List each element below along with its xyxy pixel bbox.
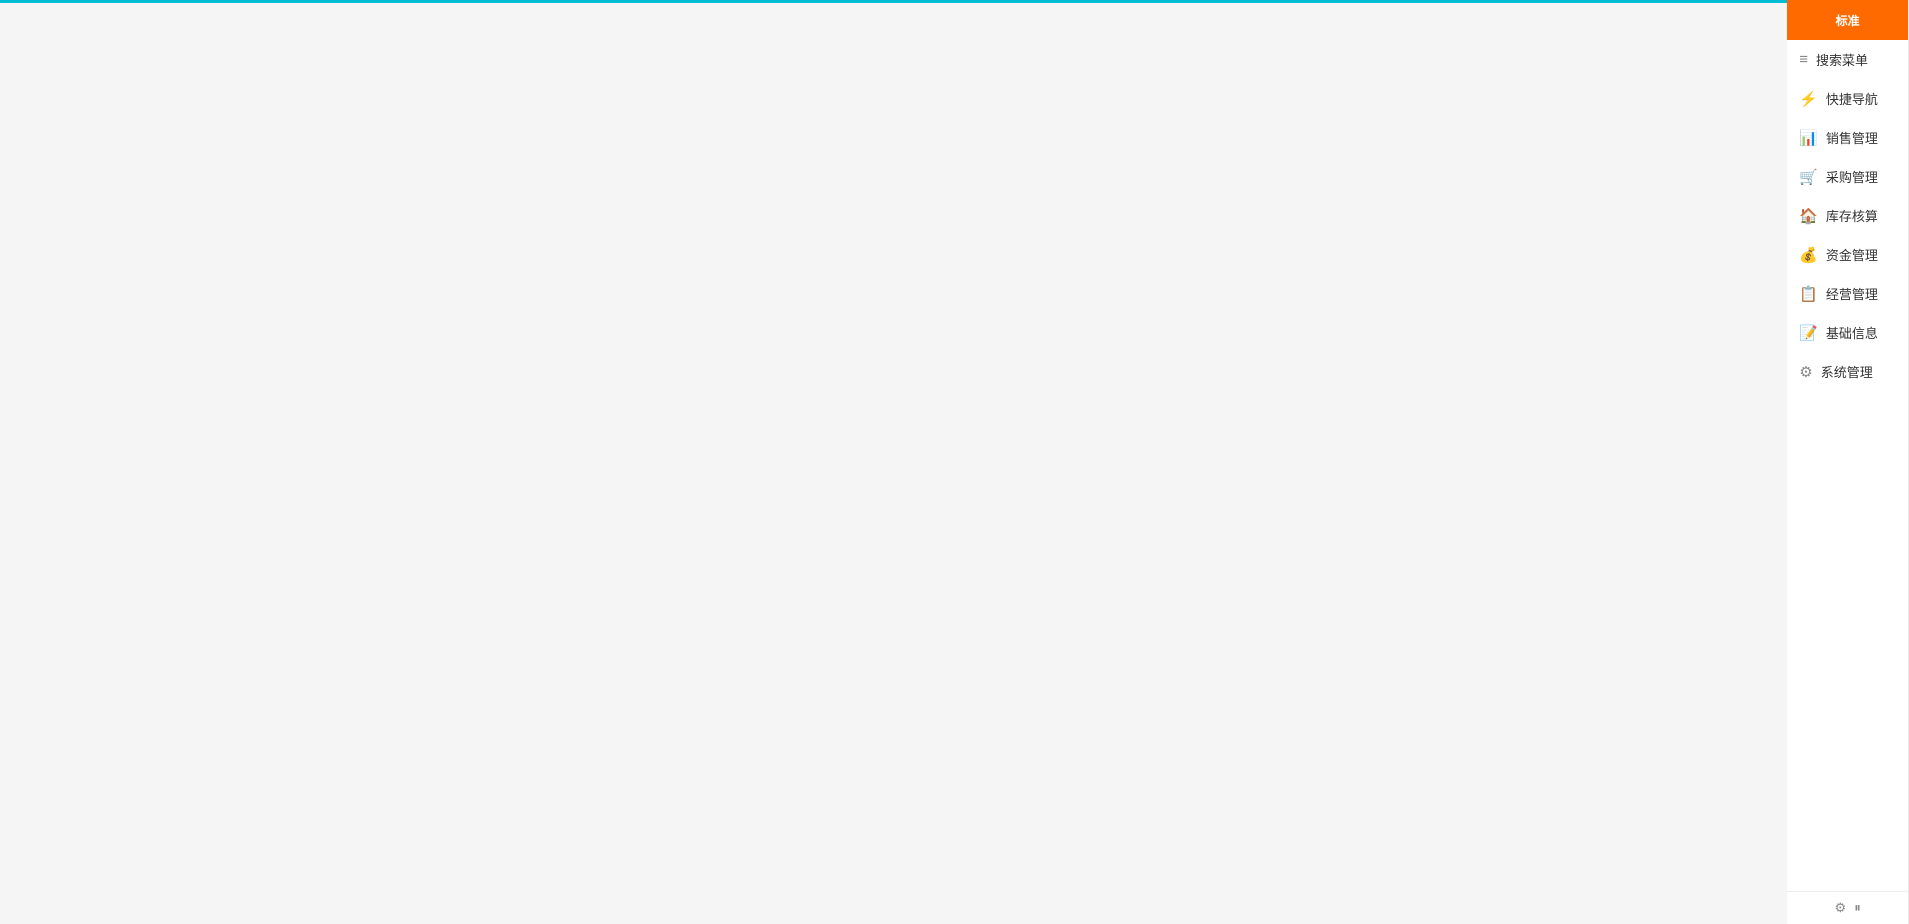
ops-icon: 📋: [1799, 285, 1818, 303]
sidebar-item-sales-mgmt[interactable]: 📊 销售管理: [1787, 118, 1908, 157]
purchase-mgmt-icon: 🛒: [1799, 168, 1818, 186]
sidebar-item-label: 搜索菜单: [1816, 50, 1868, 69]
sidebar-item-ops-mgmt[interactable]: 📋 经营管理: [1787, 274, 1908, 313]
sidebar-item-label: 采购管理: [1826, 167, 1878, 186]
sidebar-item-label: 库存核算: [1826, 206, 1878, 225]
basic-info-icon: 📝: [1799, 324, 1818, 342]
sidebar-logo: 标准: [1787, 0, 1908, 40]
sidebar-item-basic-info[interactable]: 📝 基础信息: [1787, 313, 1908, 352]
sys-mgmt-icon: ⚙: [1799, 363, 1812, 381]
sidebar-bottom-icon1[interactable]: ⚙: [1835, 900, 1847, 916]
sidebar-item-label: 快捷导航: [1826, 89, 1878, 108]
sidebar-item-fund-mgmt[interactable]: 💰 资金管理: [1787, 235, 1908, 274]
sidebar-bottom: ⚙ ⏸: [1787, 891, 1908, 924]
sidebar-item-label: 系统管理: [1821, 362, 1873, 381]
top-accent-bar: [0, 0, 1787, 3]
sidebar-item-quick-nav[interactable]: ⚡ 快捷导航: [1787, 79, 1908, 118]
sidebar-bottom-icon2[interactable]: ⏸: [1854, 900, 1861, 916]
sidebar-item-label: 基础信息: [1826, 323, 1878, 342]
sidebar-item-sys-mgmt[interactable]: ⚙ 系统管理: [1787, 352, 1908, 391]
sidebar-item-inventory-calc[interactable]: 🏠 库存核算: [1787, 196, 1908, 235]
sidebar: 标准 ≡ 搜索菜单 ⚡ 快捷导航 📊 销售管理 🛒 采购管理 🏠 库存核算 💰 …: [1787, 0, 1909, 924]
sidebar-item-label: 销售管理: [1826, 128, 1878, 147]
sales-mgmt-icon: 📊: [1799, 129, 1818, 147]
quick-nav-icon: ⚡: [1799, 90, 1818, 108]
inventory-icon: 🏠: [1799, 207, 1818, 225]
sidebar-item-purchase-mgmt[interactable]: 🛒 采购管理: [1787, 157, 1908, 196]
fund-icon: 💰: [1799, 246, 1818, 264]
search-menu-icon: ≡: [1799, 51, 1808, 68]
sidebar-item-label: 资金管理: [1826, 245, 1878, 264]
sidebar-item-search-menu[interactable]: ≡ 搜索菜单: [1787, 40, 1908, 79]
sidebar-item-label: 经营管理: [1826, 284, 1878, 303]
